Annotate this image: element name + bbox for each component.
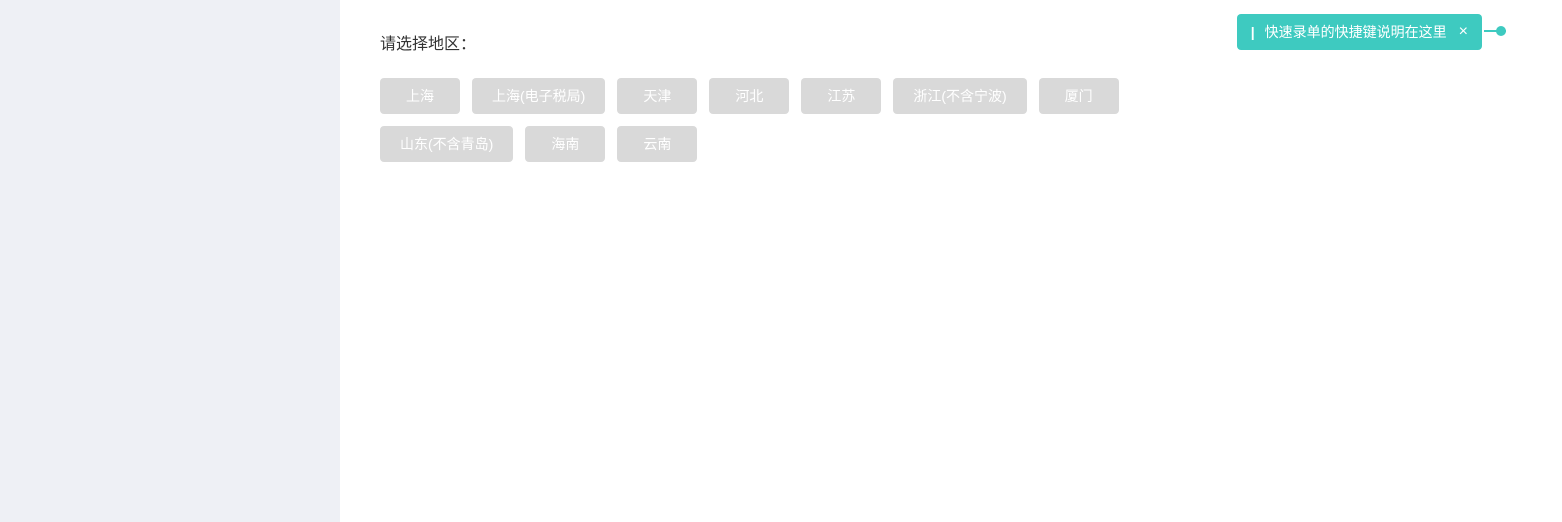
region-btn-jiangsu[interactable]: 江苏 [801, 78, 881, 114]
region-btn-hebei[interactable]: 河北 [709, 78, 789, 114]
left-sidebar [0, 0, 340, 522]
tooltip-connector-dot [1496, 26, 1506, 36]
region-btn-yunnan[interactable]: 云南 [617, 126, 697, 162]
region-btn-hainan[interactable]: 海南 [525, 126, 605, 162]
tooltip-banner: 快速录单的快捷键说明在这里 × [1237, 14, 1482, 50]
tooltip-text: 快速录单的快捷键说明在这里 [1265, 22, 1447, 42]
region-btn-tianjin[interactable]: 天津 [617, 78, 697, 114]
region-btn-shanghai[interactable]: 上海 [380, 78, 460, 114]
region-buttons-container: 上海 上海(电子税局) 天津 河北 江苏 浙江(不含宁波) 厦门 [380, 78, 1522, 114]
main-content: 请选择地区： 上海 上海(电子税局) 天津 河北 江苏 浙江(不含宁波) 厦门 … [340, 0, 1562, 522]
tooltip-close-button[interactable]: × [1459, 23, 1468, 41]
region-btn-shanghai-etax[interactable]: 上海(电子税局) [472, 78, 605, 114]
region-btn-xiamen[interactable]: 厦门 [1039, 78, 1119, 114]
region-buttons-row2: 山东(不含青岛) 海南 云南 [380, 126, 1522, 162]
region-btn-zhejiang[interactable]: 浙江(不含宁波) [893, 78, 1026, 114]
region-btn-shandong[interactable]: 山东(不含青岛) [380, 126, 513, 162]
